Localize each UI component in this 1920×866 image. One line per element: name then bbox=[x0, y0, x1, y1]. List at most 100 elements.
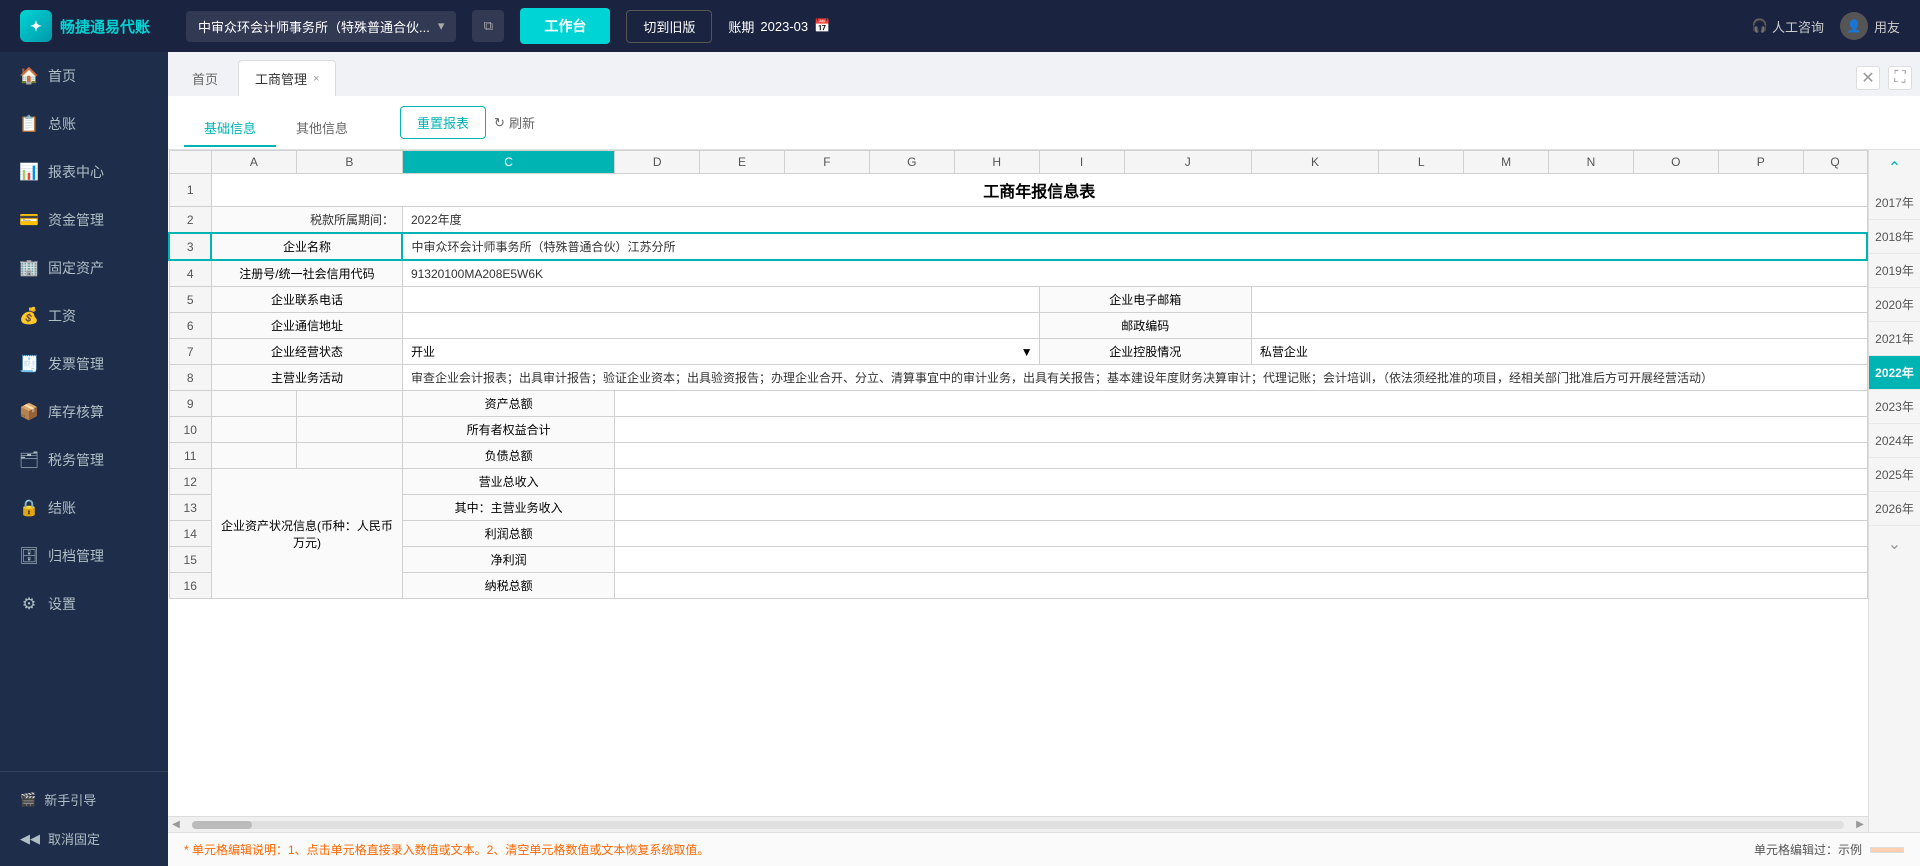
reg-value[interactable]: 91320100MA208E5W6K bbox=[402, 260, 1867, 287]
scroll-left-arrow[interactable]: ◀ bbox=[168, 817, 184, 833]
sub-tab-basic[interactable]: 基础信息 bbox=[184, 110, 276, 147]
sidebar-item-ledger[interactable]: 📋 总账 bbox=[0, 100, 168, 148]
year-item-2023[interactable]: 2023年 bbox=[1869, 390, 1920, 424]
year-item-2022[interactable]: 2022年 bbox=[1869, 356, 1920, 390]
sidebar-item-home[interactable]: 🏠 首页 bbox=[0, 52, 168, 100]
liability-value[interactable] bbox=[615, 443, 1867, 469]
sidebar-item-salary[interactable]: 💰 工资 bbox=[0, 292, 168, 340]
email-value[interactable] bbox=[1251, 287, 1867, 313]
addr-label: 企业通信地址 bbox=[211, 313, 402, 339]
period-label: 账期 bbox=[728, 17, 754, 36]
net-profit-label: 净利润 bbox=[402, 547, 614, 573]
old-version-button[interactable]: 切到旧版 bbox=[626, 10, 712, 43]
holding-value[interactable]: 私营企业 bbox=[1251, 339, 1867, 365]
reset-button[interactable]: 重置报表 bbox=[400, 106, 486, 139]
h-scroll-thumb[interactable] bbox=[192, 821, 252, 829]
refresh-button[interactable]: ↻ 刷新 bbox=[494, 106, 535, 139]
sidebar-item-asset[interactable]: 🏢 固定资产 bbox=[0, 244, 168, 292]
company-name-value[interactable]: 中审众环会计师事务所（特殊普通合伙）江苏分所 bbox=[402, 233, 1867, 260]
sidebar-label-invoice: 发票管理 bbox=[48, 354, 104, 374]
sidebar-item-report[interactable]: 📊 报表中心 bbox=[0, 148, 168, 196]
row-num-1: 1 bbox=[169, 174, 211, 207]
spreadsheet-scroll[interactable]: A B C D E F G H I J bbox=[168, 150, 1868, 816]
table-row: 5 企业联系电话 企业电子邮箱 bbox=[169, 287, 1867, 313]
headphone-icon: 🎧 bbox=[1752, 18, 1768, 34]
year-item-2017[interactable]: 2017年 bbox=[1869, 186, 1920, 220]
profit-value[interactable] bbox=[615, 521, 1867, 547]
revenue-value[interactable] bbox=[615, 469, 1867, 495]
service-button[interactable]: 🎧 人工咨询 bbox=[1752, 17, 1824, 36]
table-row: 12 企业资产状况信息(币种：人民币万元) 营业总收入 bbox=[169, 469, 1867, 495]
year-panel-down[interactable]: ⌄ bbox=[1869, 526, 1920, 562]
sidebar-item-guide[interactable]: 🎬 新手引导 bbox=[0, 780, 168, 819]
spreadsheet-table: A B C D E F G H I J bbox=[168, 150, 1868, 599]
inventory-icon: 📦 bbox=[20, 403, 38, 421]
table-row: 7 企业经营状态 开业 ▼ 企业控股情况 私营企业 bbox=[169, 339, 1867, 365]
sidebar-item-archive[interactable]: 🗄 归档管理 bbox=[0, 532, 168, 580]
equity-value[interactable] bbox=[615, 417, 1867, 443]
company-name: 中审众环会计师事务所（特殊普通合伙... bbox=[198, 17, 430, 36]
sidebar-label-asset: 固定资产 bbox=[48, 258, 104, 278]
phone-value[interactable] bbox=[402, 287, 1039, 313]
year-item-2024[interactable]: 2024年 bbox=[1869, 424, 1920, 458]
equity-group-1 bbox=[211, 417, 296, 443]
period-value-cell[interactable]: 2022年度 bbox=[402, 207, 1867, 234]
cell-edit-label: 单元格编辑过：示例 bbox=[1754, 841, 1862, 858]
salary-icon: 💰 bbox=[20, 307, 38, 325]
horizontal-scrollbar[interactable]: ◀ ▶ bbox=[168, 816, 1868, 832]
refresh-label: 刷新 bbox=[509, 113, 535, 132]
cell-example bbox=[1870, 847, 1904, 853]
tab-expand-button[interactable]: ⛶ bbox=[1888, 66, 1912, 90]
tab-business[interactable]: 工商管理 × bbox=[238, 60, 336, 96]
sidebar-item-unpin[interactable]: ◀◀ 取消固定 bbox=[0, 819, 168, 858]
biz-value[interactable]: 审查企业会计报表；出具审计报告；验证企业资本；出具验资报告；办理企业合开、分立、… bbox=[402, 365, 1867, 391]
sidebar-item-tax[interactable]: 🗂 税务管理 bbox=[0, 436, 168, 484]
total-assets-value[interactable] bbox=[615, 391, 1867, 417]
main-revenue-value[interactable] bbox=[615, 495, 1867, 521]
year-item-2018[interactable]: 2018年 bbox=[1869, 220, 1920, 254]
year-item-2019[interactable]: 2019年 bbox=[1869, 254, 1920, 288]
table-row: 2 税款所属期间： 2022年度 bbox=[169, 207, 1867, 234]
company-selector[interactable]: 中审众环会计师事务所（特殊普通合伙... ▾ bbox=[186, 11, 456, 42]
year-item-2025[interactable]: 2025年 bbox=[1869, 458, 1920, 492]
scroll-right-arrow[interactable]: ▶ bbox=[1852, 817, 1868, 833]
row-num-9: 9 bbox=[169, 391, 211, 417]
addr-value[interactable] bbox=[402, 313, 1039, 339]
row-num-16: 16 bbox=[169, 573, 211, 599]
calendar-icon[interactable]: 📅 bbox=[814, 18, 830, 34]
sidebar-item-settings[interactable]: ⚙ 设置 bbox=[0, 580, 168, 628]
fund-icon: 💳 bbox=[20, 211, 38, 229]
tab-home[interactable]: 首页 bbox=[176, 61, 234, 96]
sidebar-item-inventory[interactable]: 📦 库存核算 bbox=[0, 388, 168, 436]
sidebar-item-invoice[interactable]: 🧾 发票管理 bbox=[0, 340, 168, 388]
year-panel: ⌃ 2017年 2018年 2019年 2020年 2021年 2022年 20… bbox=[1868, 150, 1920, 832]
col-q: Q bbox=[1803, 151, 1867, 174]
tab-close-button[interactable]: ✕ bbox=[1856, 66, 1880, 90]
h-scroll-track[interactable] bbox=[192, 821, 1844, 829]
ledger-icon: 📋 bbox=[20, 115, 38, 133]
sidebar-item-fund[interactable]: 💳 资金管理 bbox=[0, 196, 168, 244]
col-i: I bbox=[1039, 151, 1124, 174]
logo-icon: ✦ bbox=[20, 10, 52, 42]
sub-tab-other[interactable]: 其他信息 bbox=[276, 110, 368, 147]
tax-total-value[interactable] bbox=[615, 573, 1867, 599]
table-row: 11 负债总额 bbox=[169, 443, 1867, 469]
user-area[interactable]: 👤 用友 bbox=[1840, 12, 1900, 40]
year-item-2026[interactable]: 2026年 bbox=[1869, 492, 1920, 526]
liab-group-2 bbox=[296, 443, 402, 469]
title-cell: 工商年报信息表 bbox=[211, 174, 1867, 207]
year-item-2021[interactable]: 2021年 bbox=[1869, 322, 1920, 356]
sidebar-item-close[interactable]: 🔒 结账 bbox=[0, 484, 168, 532]
header-right: 🎧 人工咨询 👤 用友 bbox=[1752, 12, 1900, 40]
postal-value[interactable] bbox=[1251, 313, 1867, 339]
sidebar-label-inventory: 库存核算 bbox=[48, 402, 104, 422]
sidebar-label-ledger: 总账 bbox=[48, 114, 76, 134]
report-icon: 📊 bbox=[20, 163, 38, 181]
year-panel-up[interactable]: ⌃ bbox=[1869, 150, 1920, 186]
year-item-2020[interactable]: 2020年 bbox=[1869, 288, 1920, 322]
workbench-button[interactable]: 工作台 bbox=[520, 8, 610, 44]
copy-icon[interactable]: ⧉ bbox=[472, 10, 504, 42]
status-value[interactable]: 开业 ▼ bbox=[402, 339, 1039, 365]
tab-close-icon[interactable]: × bbox=[313, 73, 319, 85]
net-profit-value[interactable] bbox=[615, 547, 1867, 573]
